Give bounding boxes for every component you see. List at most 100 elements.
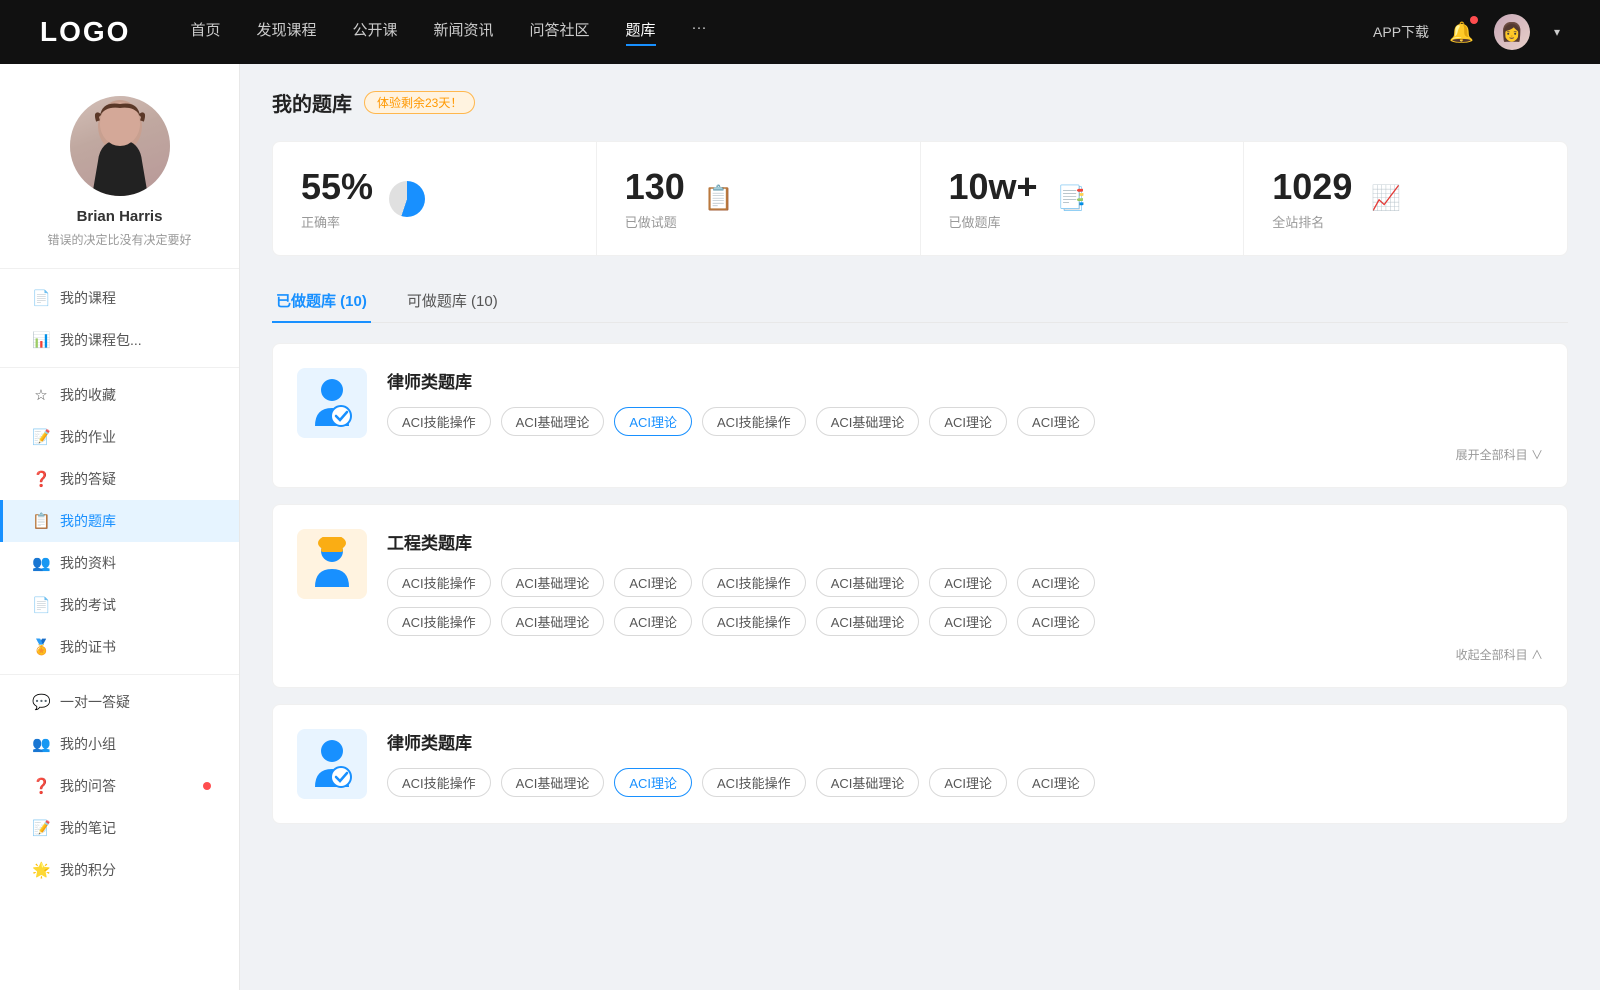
qbank-icon-lawyer-1: [297, 368, 367, 438]
bell-icon: 🔔: [1449, 22, 1474, 44]
tag-eng-6[interactable]: ACI理论: [1017, 568, 1095, 597]
page-title: 我的题库: [272, 88, 352, 117]
notes-icon: 📝: [32, 819, 50, 837]
sidebar-item-exam[interactable]: 📄 我的考试: [0, 584, 239, 626]
tag-lawyer2-3[interactable]: ACI技能操作: [702, 768, 806, 797]
sidebar-item-homework[interactable]: 📝 我的作业: [0, 416, 239, 458]
qbank-tags-lawyer-1: ACI技能操作 ACI基础理论 ACI理论 ACI技能操作 ACI基础理论 AC…: [387, 407, 1543, 436]
my-qa-badge: [203, 782, 211, 790]
done-list-icon: 📋: [699, 179, 739, 219]
notification-bell[interactable]: 🔔: [1449, 20, 1474, 45]
nav-qa[interactable]: 问答社区: [530, 19, 590, 46]
profile-motto: 错误的决定比没有决定要好: [47, 231, 191, 248]
tag-lawyer2-5[interactable]: ACI理论: [929, 768, 1007, 797]
stat-qbank-label: 已做题库: [949, 212, 1038, 231]
tag-lawyer1-1[interactable]: ACI基础理论: [501, 407, 605, 436]
tag-eng-5[interactable]: ACI理论: [929, 568, 1007, 597]
tag-lawyer1-2[interactable]: ACI理论: [614, 407, 692, 436]
sidebar-item-favorites[interactable]: ☆ 我的收藏: [0, 374, 239, 416]
sidebar-item-certificate[interactable]: 🏅 我的证书: [0, 626, 239, 668]
stat-rank-value: 1029: [1272, 166, 1352, 208]
avatar-chevron-icon[interactable]: ▾: [1554, 25, 1560, 39]
nav-home[interactable]: 首页: [190, 19, 220, 46]
tag-eng-extra-6[interactable]: ACI理论: [1017, 607, 1095, 636]
tag-lawyer2-2[interactable]: ACI理论: [614, 768, 692, 797]
trial-badge: 体验剩余23天！: [364, 91, 475, 114]
my-qa-icon: ❓: [32, 777, 50, 795]
sidebar-item-materials[interactable]: 👥 我的资料: [0, 542, 239, 584]
tag-eng-1[interactable]: ACI基础理论: [501, 568, 605, 597]
qbank-card-lawyer-2: 律师类题库 ACI技能操作 ACI基础理论 ACI理论 ACI技能操作 ACI基…: [272, 704, 1568, 824]
qbank-tags-lawyer-2: ACI技能操作 ACI基础理论 ACI理论 ACI技能操作 ACI基础理论 AC…: [387, 768, 1543, 797]
sidebar-item-course-package[interactable]: 📊 我的课程包...: [0, 319, 239, 361]
tag-eng-0[interactable]: ACI技能操作: [387, 568, 491, 597]
exam-icon: 📄: [32, 596, 50, 614]
nav-news[interactable]: 新闻资讯: [434, 19, 494, 46]
nav-courses[interactable]: 发现课程: [256, 19, 316, 46]
app-download-link[interactable]: APP下载: [1373, 22, 1429, 42]
accuracy-pie-icon: [387, 179, 427, 219]
stat-done-qbank: 10w+ 已做题库 📑: [921, 142, 1245, 255]
tag-lawyer1-6[interactable]: ACI理论: [1017, 407, 1095, 436]
expand-engineer[interactable]: 收起全部科目 ∧: [387, 646, 1543, 663]
rank-bar-icon: 📈: [1366, 179, 1406, 219]
materials-icon: 👥: [32, 554, 50, 572]
qbank-name-lawyer-1: 律师类题库: [387, 368, 1543, 393]
page-header: 我的题库 体验剩余23天！: [272, 88, 1568, 117]
tag-eng-extra-1[interactable]: ACI基础理论: [501, 607, 605, 636]
navbar: LOGO 首页 发现课程 公开课 新闻资讯 问答社区 题库 ··· APP下载 …: [0, 0, 1600, 64]
sidebar-profile: Brian Harris 错误的决定比没有决定要好: [0, 64, 239, 269]
tag-lawyer2-0[interactable]: ACI技能操作: [387, 768, 491, 797]
sidebar-item-tutor[interactable]: 💬 一对一答疑: [0, 681, 239, 723]
profile-avatar: [70, 96, 170, 196]
tag-eng-extra-2[interactable]: ACI理论: [614, 607, 692, 636]
sidebar-item-points[interactable]: 🌟 我的积分: [0, 849, 239, 891]
page-layout: Brian Harris 错误的决定比没有决定要好 📄 我的课程 📊 我的课程包…: [0, 64, 1600, 990]
stat-done-questions: 130 已做试题 📋: [597, 142, 921, 255]
bell-badge: [1470, 16, 1478, 24]
tag-eng-extra-4[interactable]: ACI基础理论: [816, 607, 920, 636]
nav-open-course[interactable]: 公开课: [352, 19, 397, 46]
nav-more[interactable]: ···: [692, 19, 707, 46]
tag-lawyer1-3[interactable]: ACI技能操作: [702, 407, 806, 436]
logo[interactable]: LOGO: [40, 16, 130, 48]
package-icon: 📊: [32, 331, 50, 349]
stat-accuracy-value: 55%: [301, 166, 373, 208]
sidebar-item-my-qa[interactable]: ❓ 我的问答: [0, 765, 239, 807]
sidebar-item-qbank[interactable]: 📋 我的题库: [0, 500, 239, 542]
tag-lawyer2-4[interactable]: ACI基础理论: [816, 768, 920, 797]
sidebar: Brian Harris 错误的决定比没有决定要好 📄 我的课程 📊 我的课程包…: [0, 64, 240, 990]
tag-eng-extra-0[interactable]: ACI技能操作: [387, 607, 491, 636]
sidebar-item-my-courses[interactable]: 📄 我的课程: [0, 277, 239, 319]
avatar-silhouette-svg: [70, 96, 170, 196]
tag-eng-3[interactable]: ACI技能操作: [702, 568, 806, 597]
sidebar-item-group[interactable]: 👥 我的小组: [0, 723, 239, 765]
tag-lawyer2-6[interactable]: ACI理论: [1017, 768, 1095, 797]
stat-done-value: 130: [625, 166, 685, 208]
tag-eng-extra-5[interactable]: ACI理论: [929, 607, 1007, 636]
sidebar-item-qa[interactable]: ❓ 我的答疑: [0, 458, 239, 500]
nav-qbank[interactable]: 题库: [626, 19, 656, 46]
tutor-icon: 💬: [32, 693, 50, 711]
tag-eng-2[interactable]: ACI理论: [614, 568, 692, 597]
sidebar-item-notes[interactable]: 📝 我的笔记: [0, 807, 239, 849]
sidebar-divider-2: [0, 674, 239, 675]
main-content: 我的题库 体验剩余23天！ 55% 正确率 130 已做试题 📋: [240, 64, 1600, 990]
qbank-list-icon: 📑: [1052, 179, 1092, 219]
group-icon: 👥: [32, 735, 50, 753]
stat-qbank-value: 10w+: [949, 166, 1038, 208]
stat-rank-label: 全站排名: [1272, 212, 1352, 231]
stat-accuracy-label: 正确率: [301, 212, 373, 231]
tab-done-qbank[interactable]: 已做题库 (10): [272, 280, 371, 323]
tag-eng-extra-3[interactable]: ACI技能操作: [702, 607, 806, 636]
tag-eng-4[interactable]: ACI基础理论: [816, 568, 920, 597]
tag-lawyer1-5[interactable]: ACI理论: [929, 407, 1007, 436]
expand-lawyer-1[interactable]: 展开全部科目 ∨: [387, 446, 1543, 463]
user-avatar[interactable]: 👩: [1494, 14, 1530, 50]
stat-rank: 1029 全站排名 📈: [1244, 142, 1567, 255]
tag-lawyer1-4[interactable]: ACI基础理论: [816, 407, 920, 436]
tab-available-qbank[interactable]: 可做题库 (10): [403, 280, 502, 323]
tag-lawyer1-0[interactable]: ACI技能操作: [387, 407, 491, 436]
stats-row: 55% 正确率 130 已做试题 📋 10w+ 已做题库: [272, 141, 1568, 256]
tag-lawyer2-1[interactable]: ACI基础理论: [501, 768, 605, 797]
